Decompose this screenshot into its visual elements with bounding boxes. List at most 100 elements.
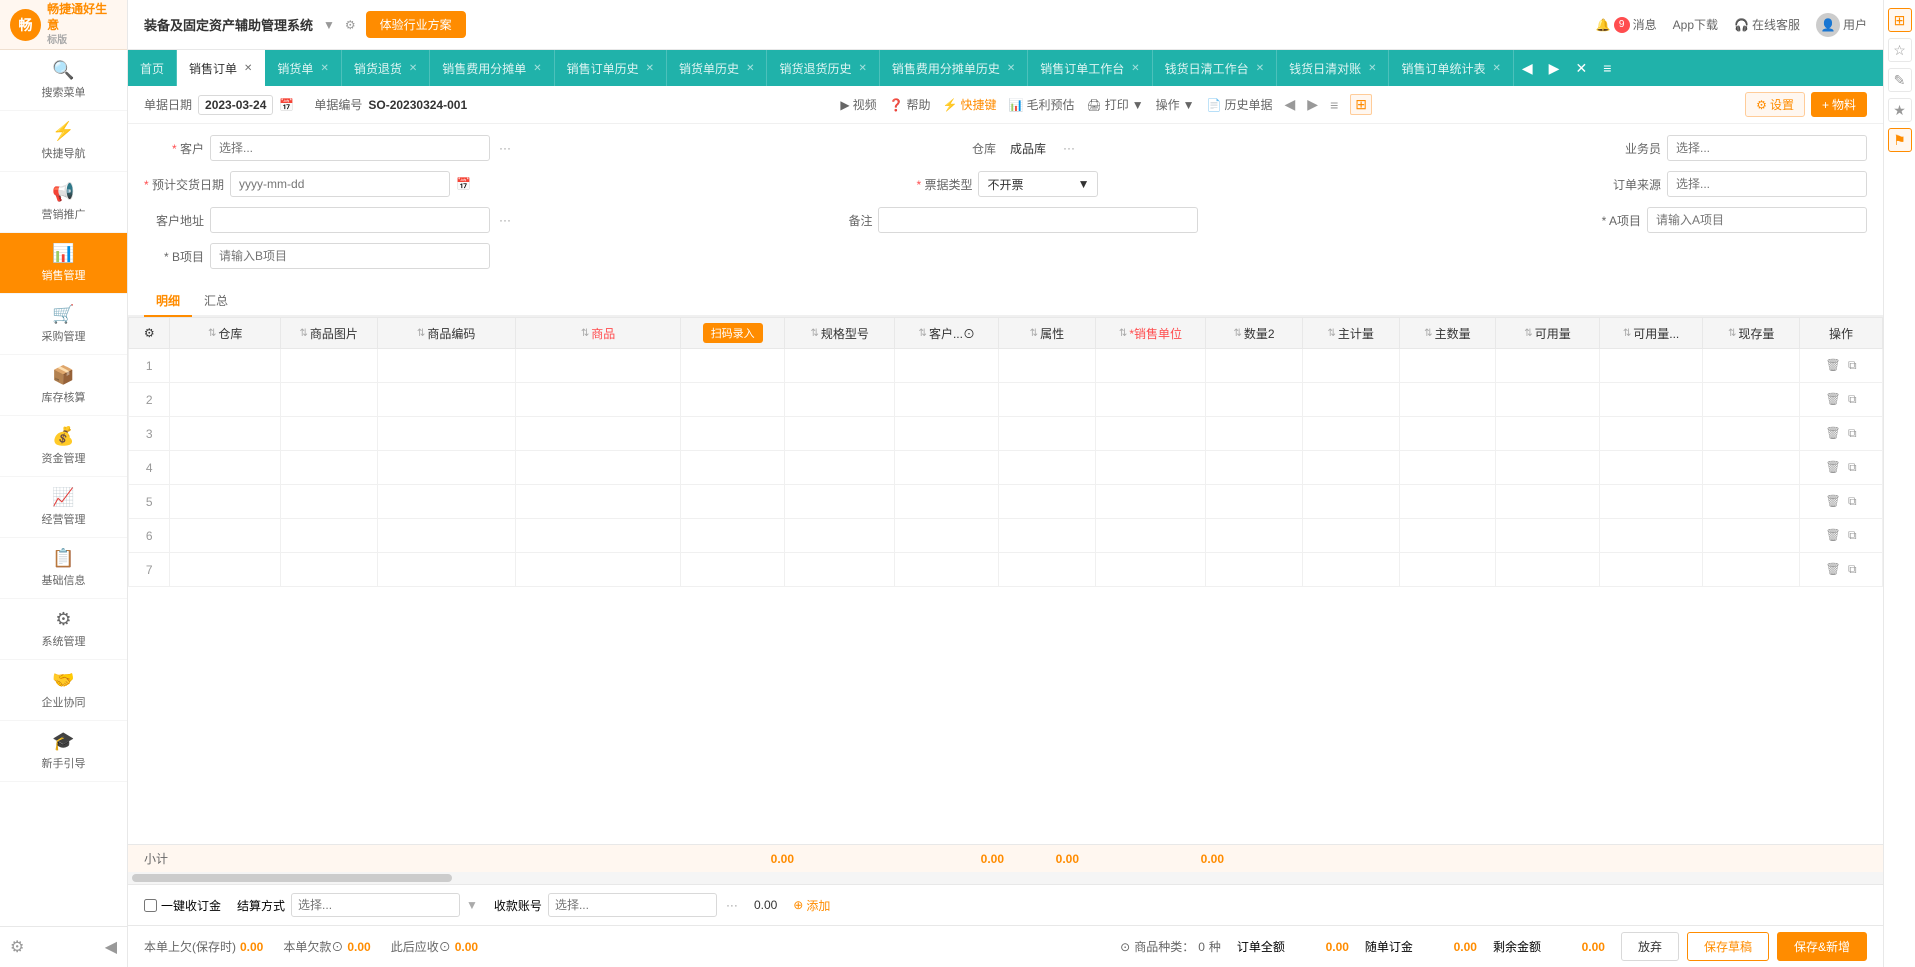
row-sales-unit-6[interactable]	[1095, 519, 1205, 553]
side-icon-5[interactable]: ⚑	[1888, 128, 1912, 152]
row-product-code-4[interactable]	[377, 451, 515, 485]
tab-sales-invoice-close[interactable]: ✕	[320, 63, 328, 74]
tab-invoice-history-close[interactable]: ✕	[746, 63, 754, 74]
one-click-order-checkbox[interactable]: 一键收订金	[144, 897, 221, 914]
help-btn[interactable]: ❓ 帮助	[889, 96, 931, 113]
row-product-code-6[interactable]	[377, 519, 515, 553]
sidebar-item-采购管理[interactable]: 🛒采购管理	[0, 294, 127, 355]
scan-input-btn[interactable]: 扫码录入	[703, 323, 763, 343]
sidebar-item-新手引导[interactable]: 🎓新手引导	[0, 721, 127, 782]
row-main-qty-3[interactable]	[1399, 417, 1496, 451]
tab-sales-order[interactable]: 销售订单 ✕	[177, 50, 265, 86]
tab-close-all-btn[interactable]: ✕	[1567, 50, 1595, 86]
row-attr-3[interactable]	[999, 417, 1096, 451]
row-copy-icon-3[interactable]: ⧉	[1848, 426, 1857, 440]
row-product-5[interactable]	[515, 485, 681, 519]
row-attr-1[interactable]	[999, 349, 1096, 383]
delivery-date-input[interactable]	[230, 171, 450, 197]
row-copy-icon-6[interactable]: ⧉	[1848, 528, 1857, 542]
tab-order-history[interactable]: 销售订单历史 ✕	[555, 50, 667, 86]
row-product-code-3[interactable]	[377, 417, 515, 451]
column-settings-icon[interactable]: ⚙	[144, 326, 155, 340]
row-main-qty-1[interactable]	[1399, 349, 1496, 383]
row-attr-4[interactable]	[999, 451, 1096, 485]
row-spec-1[interactable]	[784, 349, 894, 383]
row-product-code-2[interactable]	[377, 383, 515, 417]
salesperson-input[interactable]	[1667, 135, 1867, 161]
row-warehouse-2[interactable]	[170, 383, 280, 417]
tab-sales-return[interactable]: 销货退货 ✕	[342, 50, 430, 86]
grid-view-icon[interactable]: ≡	[1330, 97, 1338, 113]
row-delete-icon-6[interactable]: 🗑	[1825, 528, 1840, 542]
order-source-input[interactable]	[1667, 171, 1867, 197]
row-delete-icon-7[interactable]: 🗑	[1825, 562, 1840, 576]
row-main-qty-4[interactable]	[1399, 451, 1496, 485]
history-btn[interactable]: 📄 历史单据	[1207, 96, 1273, 113]
row-customer-no-5[interactable]	[895, 485, 999, 519]
side-icon-1[interactable]: ⊞	[1888, 8, 1912, 32]
row-sales-unit-5[interactable]	[1095, 485, 1205, 519]
row-customer-no-3[interactable]	[895, 417, 999, 451]
tab-sales-order-close[interactable]: ✕	[244, 63, 252, 74]
sidebar-item-企业协同[interactable]: 🤝企业协同	[0, 660, 127, 721]
row-spec-7[interactable]	[784, 553, 894, 587]
scroll-thumb[interactable]	[132, 874, 452, 882]
tab-invoice-history[interactable]: 销货单历史 ✕	[667, 50, 767, 86]
row-sales-unit-2[interactable]	[1095, 383, 1205, 417]
row-customer-no-4[interactable]	[895, 451, 999, 485]
app-download-link[interactable]: App下载	[1673, 16, 1718, 33]
row-warehouse-5[interactable]	[170, 485, 280, 519]
customer-more-icon[interactable]: ···	[499, 141, 511, 155]
row-warehouse-7[interactable]	[170, 553, 280, 587]
row-customer-no-6[interactable]	[895, 519, 999, 553]
row-attr-5[interactable]	[999, 485, 1096, 519]
row-spec-2[interactable]	[784, 383, 894, 417]
dropdown-arrow-icon[interactable]: ▼	[323, 18, 335, 32]
profit-btn[interactable]: 📊 毛利预估	[1009, 96, 1075, 113]
row-spec-5[interactable]	[784, 485, 894, 519]
settings-button[interactable]: ⚙ 设置	[1745, 92, 1805, 117]
tab-prev-btn[interactable]: ◀	[1514, 50, 1541, 86]
tab-cash-workbench-close[interactable]: ✕	[1256, 63, 1264, 74]
sidebar-item-系统管理[interactable]: ⚙系统管理	[0, 599, 127, 660]
one-click-checkbox-input[interactable]	[144, 899, 157, 912]
side-icon-2[interactable]: ☆	[1888, 38, 1912, 62]
tab-stats-close[interactable]: ✕	[1493, 63, 1501, 74]
row-main-qty-6[interactable]	[1399, 519, 1496, 553]
row-product-2[interactable]	[515, 383, 681, 417]
addr-more-icon[interactable]: ···	[499, 213, 511, 227]
tab-order-workbench[interactable]: 销售订单工作台 ✕	[1028, 50, 1152, 86]
row-product-7[interactable]	[515, 553, 681, 587]
row-qty2-4[interactable]	[1206, 451, 1303, 485]
row-warehouse-3[interactable]	[170, 417, 280, 451]
tab-next-btn[interactable]: ▶	[1541, 50, 1568, 86]
sidebar-settings-icon[interactable]: ⚙	[10, 937, 24, 957]
row-qty2-6[interactable]	[1206, 519, 1303, 553]
row-sales-unit-3[interactable]	[1095, 417, 1205, 451]
save-draft-button[interactable]: 保存草稿	[1687, 932, 1769, 961]
a-project-input[interactable]	[1647, 207, 1867, 233]
tab-summary[interactable]: 汇总	[192, 286, 240, 317]
row-sales-unit-1[interactable]	[1095, 349, 1205, 383]
tab-detail[interactable]: 明细	[144, 286, 192, 317]
row-attr-2[interactable]	[999, 383, 1096, 417]
tab-cash-reconcile[interactable]: 钱货日清对账 ✕	[1277, 50, 1389, 86]
row-copy-icon-5[interactable]: ⧉	[1848, 494, 1857, 508]
row-spec-3[interactable]	[784, 417, 894, 451]
tab-fee-history[interactable]: 销售费用分摊单历史 ✕	[880, 50, 1028, 86]
row-attr-7[interactable]	[999, 553, 1096, 587]
row-spec-4[interactable]	[784, 451, 894, 485]
side-icon-4[interactable]: ★	[1888, 98, 1912, 122]
receipt-account-select[interactable]	[548, 893, 717, 917]
row-product-3[interactable]	[515, 417, 681, 451]
tab-cash-workbench[interactable]: 钱货日清工作台 ✕	[1153, 50, 1277, 86]
row-qty2-1[interactable]	[1206, 349, 1303, 383]
actions-btn[interactable]: 操作 ▼	[1156, 96, 1195, 113]
delivery-calendar-icon[interactable]: 📅	[456, 177, 471, 191]
discard-button[interactable]: 放弃	[1621, 932, 1679, 961]
warehouse-more-icon[interactable]: ···	[1063, 141, 1075, 155]
row-spec-6[interactable]	[784, 519, 894, 553]
nav-next-icon[interactable]: ▶	[1307, 96, 1318, 113]
row-copy-icon-7[interactable]: ⧉	[1848, 562, 1857, 576]
date-value[interactable]: 2023-03-24	[198, 95, 273, 115]
